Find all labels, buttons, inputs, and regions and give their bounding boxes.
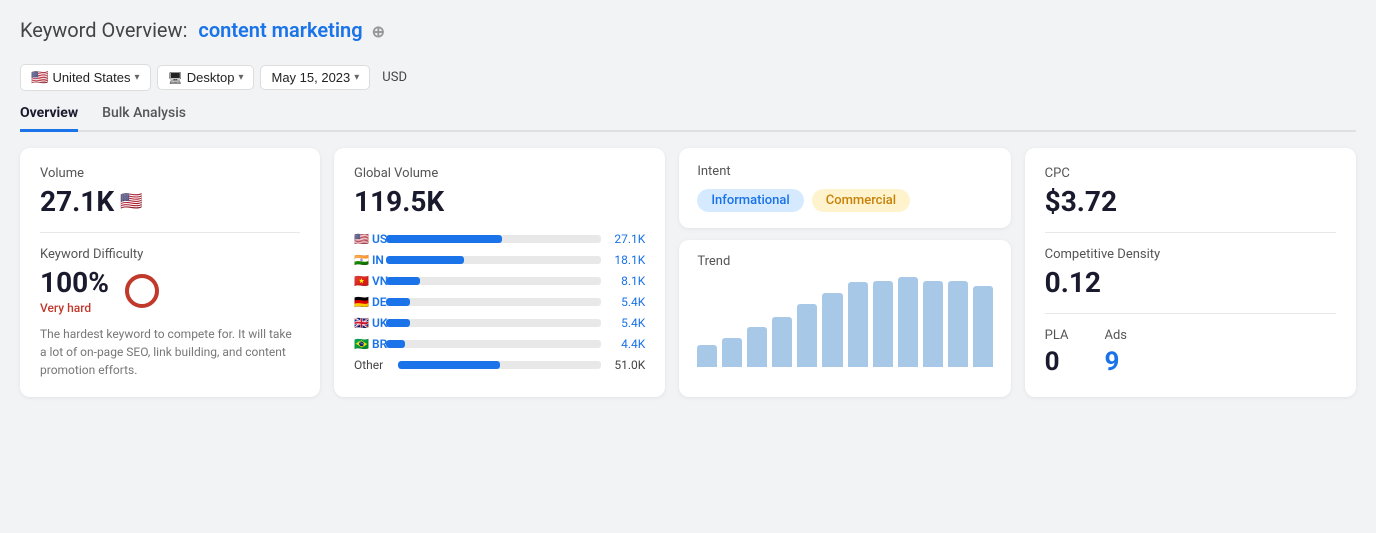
trend-bar-9 [898, 277, 918, 367]
trend-bar-5 [797, 304, 817, 367]
tab-bar: Overview Bulk Analysis [20, 105, 1356, 132]
page-title: Keyword Overview: content marketing ⊕ [20, 18, 385, 42]
chevron-down-icon: ▾ [354, 72, 359, 83]
filter-bar: 🇺🇸 United States ▾ 🖥 Desktop ▾ May 15, 2… [20, 64, 1356, 91]
kd-hardness: Very hard [40, 301, 109, 315]
pla-value: 0 [1045, 347, 1069, 377]
chevron-down-icon: ▾ [134, 72, 139, 83]
date-filter[interactable]: May 15, 2023 ▾ [260, 65, 370, 90]
pla-label: PLA [1045, 328, 1069, 343]
badge-informational: Informational [697, 189, 803, 212]
intent-label: Intent [697, 164, 992, 179]
volume-value: 27.1K 🇺🇸 [40, 185, 300, 218]
cpc-label: CPC [1045, 166, 1336, 181]
kd-value: 100% [40, 266, 109, 299]
country-bar-row-in: 🇮🇳IN 18.1K [354, 253, 645, 267]
add-keyword-icon[interactable]: ⊕ [372, 22, 385, 41]
pla-item: PLA 0 [1045, 328, 1069, 377]
currency-label: USD [376, 66, 413, 89]
trend-bar-6 [822, 293, 842, 367]
global-volume-card: Global Volume 119.5K 🇺🇸US 27.1K 🇮🇳IN 18.… [334, 148, 665, 397]
cpc-value: $3.72 [1045, 185, 1336, 218]
cpc-card: CPC $3.72 Competitive Density 0.12 PLA 0… [1025, 148, 1356, 397]
country-bar-row-br: 🇧🇷BR 4.4K [354, 337, 645, 351]
global-volume-value: 119.5K [354, 185, 645, 218]
device-label: Desktop [187, 70, 235, 85]
ads-label: Ads [1104, 328, 1127, 343]
kd-description: The hardest keyword to compete for. It w… [40, 325, 300, 379]
country-bar-row-us: 🇺🇸US 27.1K [354, 232, 645, 246]
ads-value: 9 [1104, 347, 1127, 377]
trend-bar-4 [772, 317, 792, 367]
device-filter[interactable]: 🖥 Desktop ▾ [157, 65, 255, 90]
trend-card: Trend [679, 240, 1010, 397]
trend-label: Trend [697, 254, 992, 269]
trend-bar-3 [747, 327, 767, 367]
ads-item: Ads 9 [1104, 328, 1127, 377]
cd-value: 0.12 [1045, 266, 1336, 299]
volume-keyword-card: Volume 27.1K 🇺🇸 Keyword Difficulty 100% … [20, 148, 320, 397]
cards-row: Volume 27.1K 🇺🇸 Keyword Difficulty 100% … [20, 148, 1356, 397]
country-bar-row-vn: 🇻🇳VN 8.1K [354, 274, 645, 288]
cd-label: Competitive Density [1045, 247, 1336, 262]
date-label: May 15, 2023 [271, 70, 350, 85]
kd-circle-chart [123, 272, 161, 310]
trend-bar-1 [697, 345, 717, 368]
tab-overview[interactable]: Overview [20, 105, 78, 132]
chevron-down-icon: ▾ [238, 72, 243, 83]
trend-bar-12 [973, 286, 993, 367]
trend-bar-10 [923, 281, 943, 367]
trend-bar-8 [873, 281, 893, 367]
trend-chart [697, 277, 992, 367]
other-bar-row: Other 51.0K [354, 358, 645, 372]
us-flag-icon: 🇺🇸 [120, 191, 142, 212]
country-bar-row-de: 🇩🇪DE 5.4K [354, 295, 645, 309]
trend-bar-2 [722, 338, 742, 367]
country-filter[interactable]: 🇺🇸 United States ▾ [20, 64, 151, 91]
country-label: United States [52, 70, 130, 85]
trend-bar-7 [848, 282, 868, 367]
country-bar-row-uk: 🇬🇧UK 5.4K [354, 316, 645, 330]
badge-commercial: Commercial [812, 189, 910, 212]
kd-label: Keyword Difficulty [40, 247, 300, 262]
other-label: Other [354, 358, 390, 372]
global-volume-label: Global Volume [354, 166, 645, 181]
trend-bar-11 [948, 281, 968, 367]
device-icon: 🖥 [168, 71, 183, 85]
country-flag: 🇺🇸 [31, 69, 48, 86]
intent-card: Intent Informational Commercial [679, 148, 1010, 228]
intent-trend-column: Intent Informational Commercial Trend [679, 148, 1010, 397]
tab-bulk-analysis[interactable]: Bulk Analysis [102, 105, 186, 132]
volume-label: Volume [40, 166, 300, 181]
